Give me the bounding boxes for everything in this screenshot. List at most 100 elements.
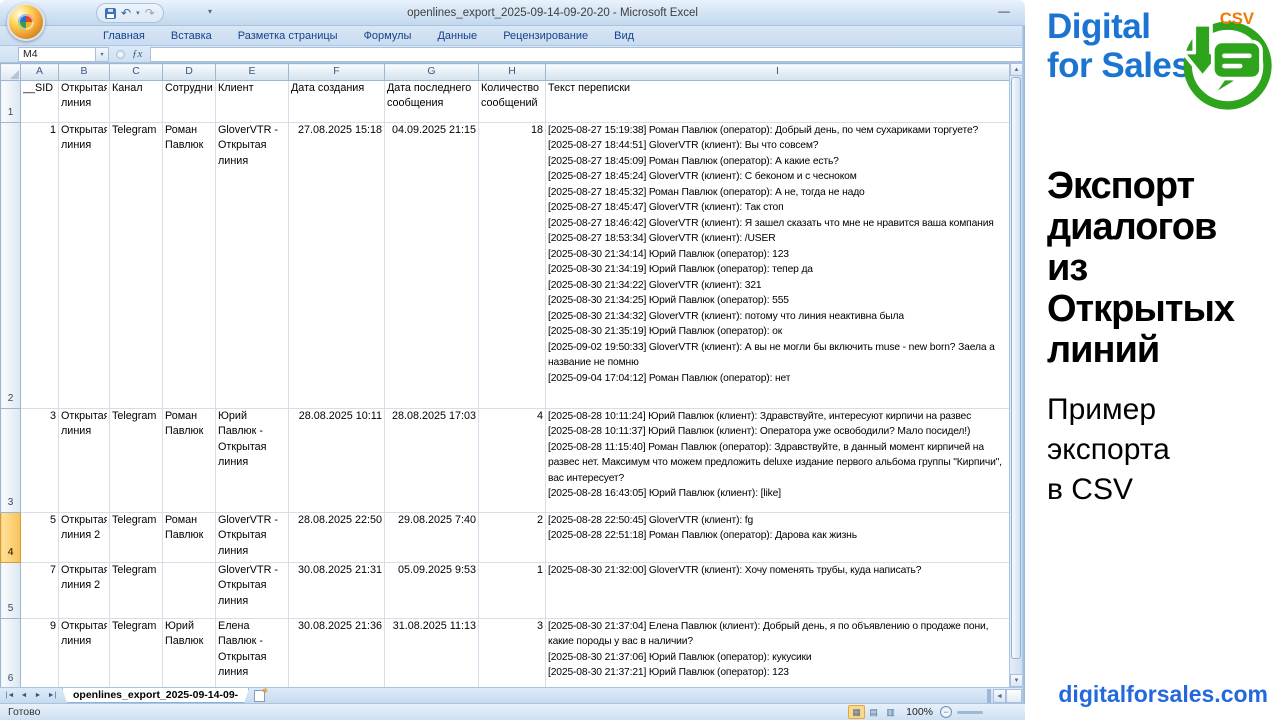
cell-H3[interactable]: 4 [478, 408, 546, 513]
formula-input[interactable] [150, 46, 1022, 62]
cell-I6[interactable]: [2025-08-30 21:37:04] Елена Павлюк (клие… [545, 618, 1009, 687]
scroll-left-icon[interactable]: ◄ [993, 688, 1006, 703]
cell-G5[interactable]: 05.09.2025 9:53 [384, 562, 479, 619]
cell-F5[interactable]: 30.08.2025 21:31 [288, 562, 385, 619]
vertical-scrollbar[interactable]: ▲ ▼ [1009, 63, 1023, 687]
cell-A6[interactable]: 9 [20, 618, 59, 687]
cell-A2[interactable]: 1 [20, 122, 59, 409]
prev-sheet-button[interactable]: ◄ [17, 692, 31, 699]
next-sheet-button[interactable]: ► [31, 692, 45, 699]
ribbon-tab-1[interactable]: Главная [90, 28, 158, 44]
cell-B6[interactable]: Открытая линия [58, 618, 110, 687]
cell-B4[interactable]: Открытая линия 2 [58, 512, 110, 563]
ribbon-tab-3[interactable]: Разметка страницы [225, 28, 351, 44]
cell-E2[interactable]: GloverVTR - Открытая линия [215, 122, 289, 409]
cell-I2[interactable]: [2025-08-27 15:19:38] Роман Павлюк (опер… [545, 122, 1009, 409]
zoom-out-icon[interactable]: − [940, 706, 952, 718]
column-header-H[interactable]: H [478, 63, 546, 81]
redo-icon[interactable]: ↷ [145, 4, 155, 22]
cell-F2[interactable]: 27.08.2025 15:18 [288, 122, 385, 409]
cell-E5[interactable]: GloverVTR - Открытая линия [215, 562, 289, 619]
cell-E4[interactable]: GloverVTR - Открытая линия [215, 512, 289, 563]
vertical-scroll-thumb[interactable] [1011, 77, 1021, 659]
cell-F4[interactable]: 28.08.2025 22:50 [288, 512, 385, 563]
ribbon-tab-5[interactable]: Данные [424, 28, 490, 44]
cell-G2[interactable]: 04.09.2025 21:15 [384, 122, 479, 409]
cell-E3[interactable]: Юрий Павлюк - Открытая линия [215, 408, 289, 513]
cell-F6[interactable]: 30.08.2025 21:36 [288, 618, 385, 687]
cell-G6[interactable]: 31.08.2025 11:13 [384, 618, 479, 687]
cell-D3[interactable]: Роман Павлюк [162, 408, 216, 513]
cell-G1[interactable]: Дата последнего сообщения [384, 80, 479, 123]
column-header-G[interactable]: G [384, 63, 479, 81]
ribbon-tab-6[interactable]: Рецензирование [490, 28, 601, 44]
cell-B5[interactable]: Открытая линия 2 [58, 562, 110, 619]
cell-A4[interactable]: 5 [20, 512, 59, 563]
column-header-E[interactable]: E [215, 63, 289, 81]
cell-A5[interactable]: 7 [20, 562, 59, 619]
cell-C5[interactable]: Telegram [109, 562, 163, 619]
cell-A3[interactable]: 3 [20, 408, 59, 513]
undo-dropdown-icon[interactable]: ▾ [136, 9, 140, 17]
row-header-1[interactable]: 1 [0, 79, 21, 123]
page-layout-view-icon[interactable]: ▤ [865, 705, 882, 719]
insert-worksheet-icon[interactable] [254, 687, 268, 702]
column-header-D[interactable]: D [162, 63, 216, 81]
insert-function-icon[interactable]: ƒx [132, 48, 142, 60]
column-header-F[interactable]: F [288, 63, 385, 81]
cell-B1[interactable]: Открытая линия [58, 80, 110, 123]
cell-I5[interactable]: [2025-08-30 21:32:00] GloverVTR (клиент)… [545, 562, 1009, 619]
cell-I3[interactable]: [2025-08-28 10:11:24] Юрий Павлюк (клиен… [545, 408, 1009, 513]
cell-G4[interactable]: 29.08.2025 7:40 [384, 512, 479, 563]
cell-A1[interactable]: __SID [20, 80, 59, 123]
column-header-B[interactable]: B [58, 63, 110, 81]
row-header-4[interactable]: 4 [0, 511, 21, 563]
cell-H2[interactable]: 18 [478, 122, 546, 409]
cell-F3[interactable]: 28.08.2025 10:11 [288, 408, 385, 513]
cell-C1[interactable]: Канал [109, 80, 163, 123]
ribbon-tab-7[interactable]: Вид [601, 28, 647, 44]
ribbon-tab-2[interactable]: Вставка [158, 28, 225, 44]
customize-qat-icon[interactable]: ▾ [208, 7, 212, 16]
cell-B2[interactable]: Открытая линия [58, 122, 110, 409]
minimize-button[interactable]: — [995, 2, 1013, 20]
cell-C3[interactable]: Telegram [109, 408, 163, 513]
cell-C2[interactable]: Telegram [109, 122, 163, 409]
last-sheet-button[interactable]: ►| [45, 692, 59, 699]
first-sheet-button[interactable]: |◄ [3, 692, 17, 699]
tab-splitter-handle[interactable] [987, 688, 991, 703]
undo-icon[interactable]: ↶ [121, 4, 131, 22]
normal-view-icon[interactable]: ▦ [848, 705, 866, 719]
horizontal-scroll-thumb[interactable] [1006, 688, 1022, 703]
cell-H4[interactable]: 2 [478, 512, 546, 563]
cell-D6[interactable]: Юрий Павлюк [162, 618, 216, 687]
save-icon[interactable] [105, 7, 116, 19]
cell-I4[interactable]: [2025-08-28 22:50:45] GloverVTR (клиент)… [545, 512, 1009, 563]
site-domain-link[interactable]: digitalforsales.com [1058, 681, 1268, 708]
cell-D1[interactable]: Сотрудник [162, 80, 216, 123]
cell-H1[interactable]: Количество сообщений [478, 80, 546, 123]
column-header-I[interactable]: I [545, 63, 1009, 81]
page-break-view-icon[interactable]: ▥ [882, 705, 899, 719]
ribbon-tab-4[interactable]: Формулы [351, 28, 425, 44]
row-header-2[interactable]: 2 [0, 121, 21, 409]
cell-B3[interactable]: Открытая линия [58, 408, 110, 513]
cell-C6[interactable]: Telegram [109, 618, 163, 687]
cell-C4[interactable]: Telegram [109, 512, 163, 563]
cell-E6[interactable]: Елена Павлюк - Открытая линия [215, 618, 289, 687]
row-header-5[interactable]: 5 [0, 561, 21, 619]
cell-H6[interactable]: 3 [478, 618, 546, 687]
name-box[interactable]: M4 [18, 46, 96, 62]
cell-D2[interactable]: Роман Павлюк [162, 122, 216, 409]
office-button[interactable] [7, 3, 45, 41]
cell-I1[interactable]: Текст переписки [545, 80, 1009, 123]
cell-D4[interactable]: Роман Павлюк [162, 512, 216, 563]
select-all-corner[interactable] [0, 63, 21, 81]
cell-G3[interactable]: 28.08.2025 17:03 [384, 408, 479, 513]
row-header-6[interactable]: 6 [0, 617, 21, 687]
cell-E1[interactable]: Клиент [215, 80, 289, 123]
cell-F1[interactable]: Дата создания [288, 80, 385, 123]
name-box-dropdown-icon[interactable]: ▾ [96, 46, 109, 62]
row-header-3[interactable]: 3 [0, 407, 21, 513]
column-header-C[interactable]: C [109, 63, 163, 81]
